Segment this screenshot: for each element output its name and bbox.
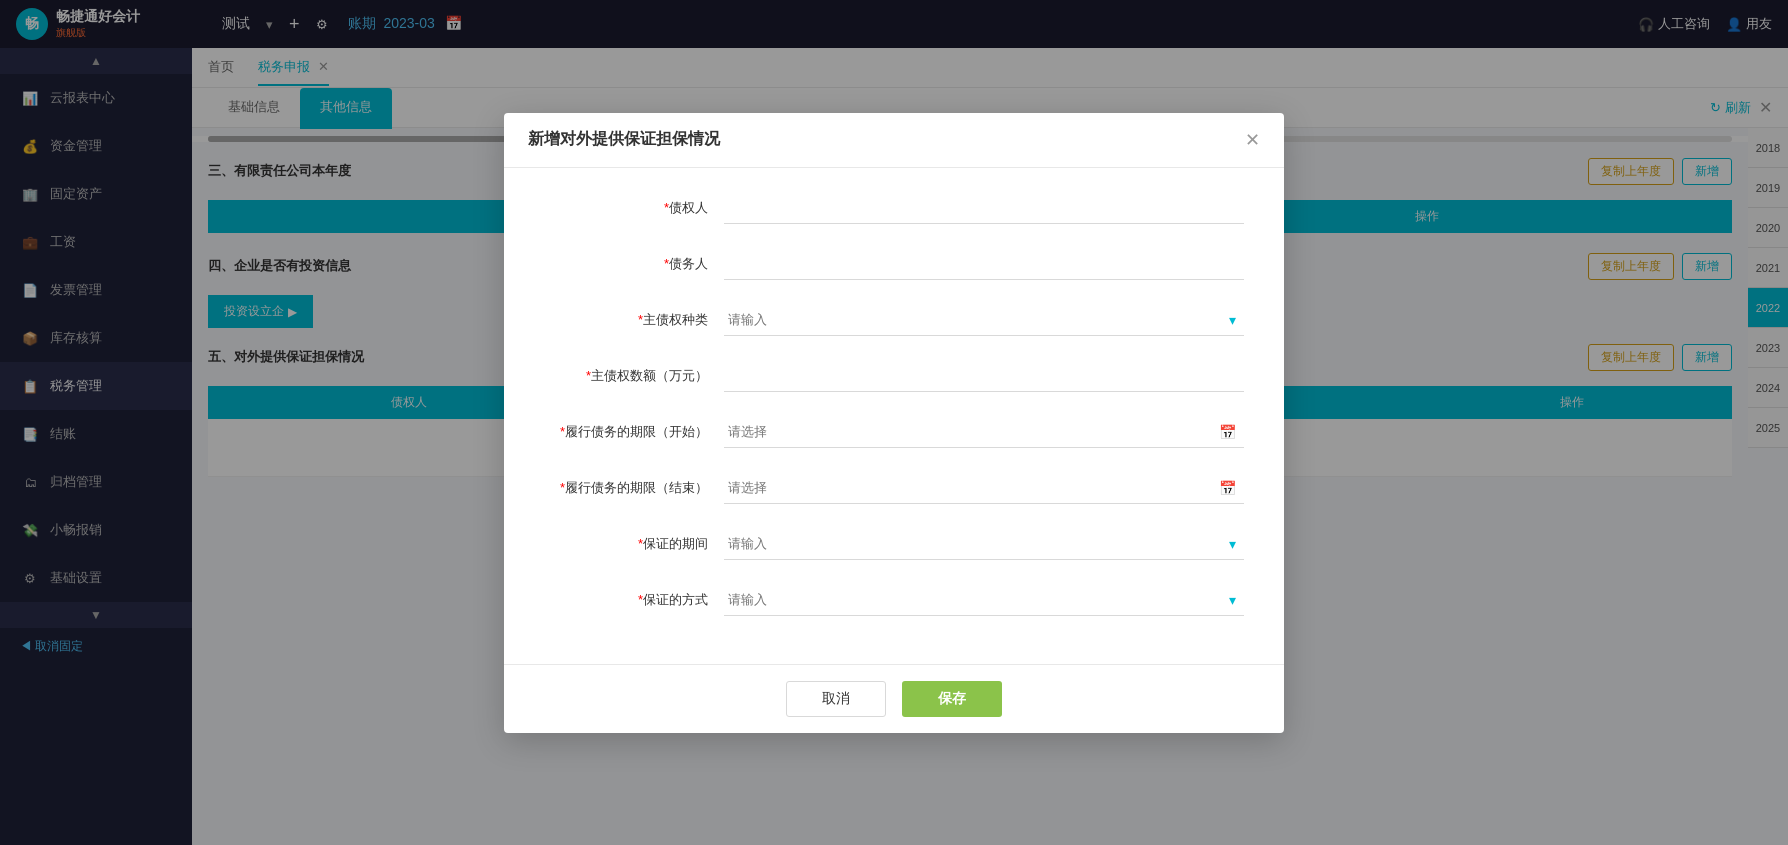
form-row-guarantee-method: *保证的方式 ▾ xyxy=(544,584,1244,616)
modal-body: *债权人 *债务人 *主债权种类 xyxy=(504,168,1284,664)
select-debt-type[interactable] xyxy=(724,304,1244,336)
calendar-icon-start[interactable]: 📅 xyxy=(1219,424,1236,440)
input-debt-amount[interactable] xyxy=(724,360,1244,392)
input-creditor[interactable] xyxy=(724,192,1244,224)
modal-dialog: 新增对外提供保证担保情况 ✕ *债权人 *债务人 xyxy=(504,113,1284,733)
label-debt-amount: *主债权数额（万元） xyxy=(544,367,724,385)
select-guarantee-method[interactable] xyxy=(724,584,1244,616)
date-wrap-start: 📅 xyxy=(724,416,1244,448)
label-debt-type: *主债权种类 xyxy=(544,311,724,329)
label-debtor: *债务人 xyxy=(544,255,724,273)
date-input-end[interactable] xyxy=(724,472,1244,504)
form-row-debtor: *债务人 xyxy=(544,248,1244,280)
form-row-debt-amount: *主债权数额（万元） xyxy=(544,360,1244,392)
date-input-start[interactable] xyxy=(724,416,1244,448)
modal-title: 新增对外提供保证担保情况 xyxy=(528,129,720,150)
select-wrap-debt-type: ▾ xyxy=(724,304,1244,336)
calendar-icon-end[interactable]: 📅 xyxy=(1219,480,1236,496)
select-wrap-guarantee-method: ▾ xyxy=(724,584,1244,616)
input-debtor[interactable] xyxy=(724,248,1244,280)
date-wrap-end: 📅 xyxy=(724,472,1244,504)
label-guarantee-period: *保证的期间 xyxy=(544,535,724,553)
modal-close-button[interactable]: ✕ xyxy=(1245,129,1260,151)
form-row-debt-type: *主债权种类 ▾ xyxy=(544,304,1244,336)
save-button[interactable]: 保存 xyxy=(902,681,1002,717)
label-guarantee-method: *保证的方式 xyxy=(544,591,724,609)
form-row-period-end: *履行债务的期限（结束） 📅 xyxy=(544,472,1244,504)
form-row-guarantee-period: *保证的期间 ▾ xyxy=(544,528,1244,560)
form-row-period-start: *履行债务的期限（开始） 📅 xyxy=(544,416,1244,448)
modal-overlay: 新增对外提供保证担保情况 ✕ *债权人 *债务人 xyxy=(0,0,1788,845)
cancel-button[interactable]: 取消 xyxy=(786,681,886,717)
select-wrap-guarantee-period: ▾ xyxy=(724,528,1244,560)
modal-footer: 取消 保存 xyxy=(504,664,1284,733)
form-row-creditor: *债权人 xyxy=(544,192,1244,224)
label-period-end: *履行债务的期限（结束） xyxy=(544,479,724,497)
modal-header: 新增对外提供保证担保情况 ✕ xyxy=(504,113,1284,168)
select-guarantee-period[interactable] xyxy=(724,528,1244,560)
label-creditor: *债权人 xyxy=(544,199,724,217)
label-period-start: *履行债务的期限（开始） xyxy=(544,423,724,441)
